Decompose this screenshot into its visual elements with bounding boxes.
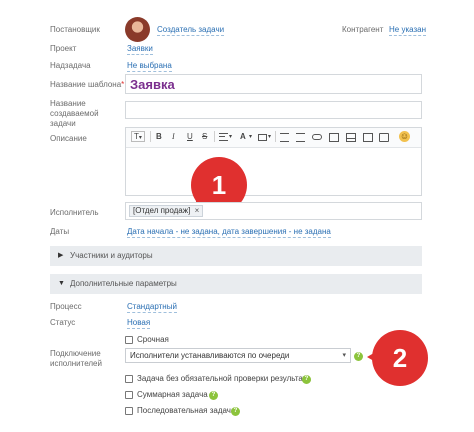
help-icon[interactable]: ? bbox=[209, 391, 218, 400]
creator-link[interactable]: Создатель задачи bbox=[157, 25, 225, 36]
quote-icon[interactable] bbox=[363, 133, 373, 142]
extra-params-section-title: Дополнительные параметры bbox=[70, 279, 177, 288]
urgent-checkbox[interactable] bbox=[125, 336, 133, 344]
participants-section[interactable]: ▶ Участники и аудиторы bbox=[50, 246, 422, 266]
editor-toolbar bbox=[126, 128, 421, 148]
help-icon[interactable]: ? bbox=[302, 375, 311, 384]
parent-task-link[interactable]: Не выбрана bbox=[127, 61, 172, 72]
remove-tag-icon[interactable]: × bbox=[195, 206, 200, 215]
participants-section-title: Участники и аудиторы bbox=[70, 251, 153, 260]
project-label: Проект bbox=[50, 44, 77, 53]
help-icon[interactable]: ? bbox=[354, 352, 363, 361]
template-name-value: Заявка bbox=[130, 77, 175, 92]
assignee-tag-text: [Отдел продаж] bbox=[133, 206, 191, 215]
process-link[interactable]: Стандартный bbox=[127, 302, 177, 313]
process-label: Процесс bbox=[50, 302, 82, 311]
avatar bbox=[125, 17, 150, 42]
summary-checkbox[interactable] bbox=[125, 391, 133, 399]
no-check-label: Задача без обязательной проверки результ… bbox=[137, 374, 311, 383]
counterparty-link[interactable]: Не указан bbox=[389, 25, 427, 36]
help-icon[interactable]: ? bbox=[231, 407, 240, 416]
status-label: Статус bbox=[50, 318, 76, 327]
assignee-label: Исполнитель bbox=[50, 208, 99, 217]
numbered-list-icon[interactable] bbox=[280, 133, 289, 142]
code-icon[interactable] bbox=[379, 133, 389, 142]
italic-button[interactable]: I bbox=[172, 131, 175, 143]
highlight-caret-icon[interactable]: ▾ bbox=[268, 131, 271, 143]
assignee-connection-value: Исполнители устанавливаются по очереди bbox=[130, 351, 290, 360]
collapse-arrow-icon: ▼ bbox=[58, 280, 65, 287]
assignee-connection-label-line2: исполнителей bbox=[50, 359, 102, 368]
link-icon[interactable] bbox=[312, 134, 322, 140]
align-caret-icon[interactable]: ▾ bbox=[229, 131, 232, 143]
assignee-connection-label-line1: Подключение bbox=[50, 349, 101, 358]
counterparty-label: Контрагент bbox=[342, 25, 384, 34]
dates-label: Даты bbox=[50, 227, 70, 236]
assignee-connection-label: Подключение исполнителей bbox=[50, 349, 102, 369]
description-editor[interactable] bbox=[125, 127, 422, 196]
table-icon[interactable] bbox=[346, 133, 356, 142]
expand-arrow-icon: ▶ bbox=[58, 252, 64, 259]
assignee-tag: [Отдел продаж] × bbox=[129, 205, 204, 217]
status-link[interactable]: Новая bbox=[127, 318, 151, 329]
parent-task-label: Надзадача bbox=[50, 61, 91, 70]
dates-link[interactable]: Дата начала - не задана, дата завершения… bbox=[127, 227, 331, 238]
bold-button[interactable]: B bbox=[156, 131, 162, 143]
toolbar-divider bbox=[275, 131, 276, 142]
creator-label: Постановщик bbox=[50, 25, 100, 34]
toolbar-divider bbox=[150, 131, 151, 142]
bullet-list-icon[interactable] bbox=[296, 133, 305, 142]
image-icon[interactable] bbox=[329, 133, 339, 142]
font-color-icon[interactable]: A bbox=[240, 131, 246, 143]
description-label: Описание bbox=[50, 134, 87, 143]
no-check-checkbox[interactable] bbox=[125, 375, 133, 383]
sequential-label: Последовательная задача bbox=[137, 406, 236, 415]
extra-params-section[interactable]: ▼ Дополнительные параметры bbox=[50, 274, 422, 294]
template-name-label-text: Название шаблона bbox=[50, 80, 122, 89]
created-task-label-line2: создаваемой bbox=[50, 109, 99, 118]
assignee-input[interactable]: [Отдел продаж] × bbox=[125, 202, 422, 220]
created-task-label-line3: задачи bbox=[50, 119, 76, 128]
font-color-caret-icon[interactable]: ▾ bbox=[249, 131, 252, 143]
urgent-label: Срочная bbox=[137, 335, 169, 344]
align-icon[interactable] bbox=[219, 133, 228, 141]
summary-label: Суммарная задача bbox=[137, 390, 208, 399]
created-task-label: Название создаваемой задачи bbox=[50, 99, 99, 129]
template-name-input[interactable]: Заявка bbox=[125, 74, 422, 94]
template-name-label: Название шаблона* bbox=[50, 80, 124, 90]
format-button[interactable]: T▾ bbox=[131, 131, 145, 142]
strike-button[interactable]: S bbox=[202, 131, 207, 143]
emoji-icon[interactable]: ☺ bbox=[399, 131, 410, 142]
text-highlight-icon[interactable] bbox=[258, 134, 267, 141]
created-task-label-line1: Название bbox=[50, 99, 86, 108]
toolbar-divider bbox=[214, 131, 215, 142]
step-badge-2: 2 bbox=[372, 330, 428, 386]
assignee-connection-select[interactable]: Исполнители устанавливаются по очереди ▾ bbox=[125, 348, 351, 363]
project-link[interactable]: Заявки bbox=[127, 44, 153, 55]
format-caret-icon: ▾ bbox=[138, 135, 142, 141]
required-mark: * bbox=[121, 80, 125, 89]
created-task-input[interactable] bbox=[125, 101, 422, 119]
underline-button[interactable]: U bbox=[187, 131, 193, 143]
sequential-checkbox[interactable] bbox=[125, 407, 133, 415]
select-caret-icon: ▾ bbox=[342, 352, 346, 359]
